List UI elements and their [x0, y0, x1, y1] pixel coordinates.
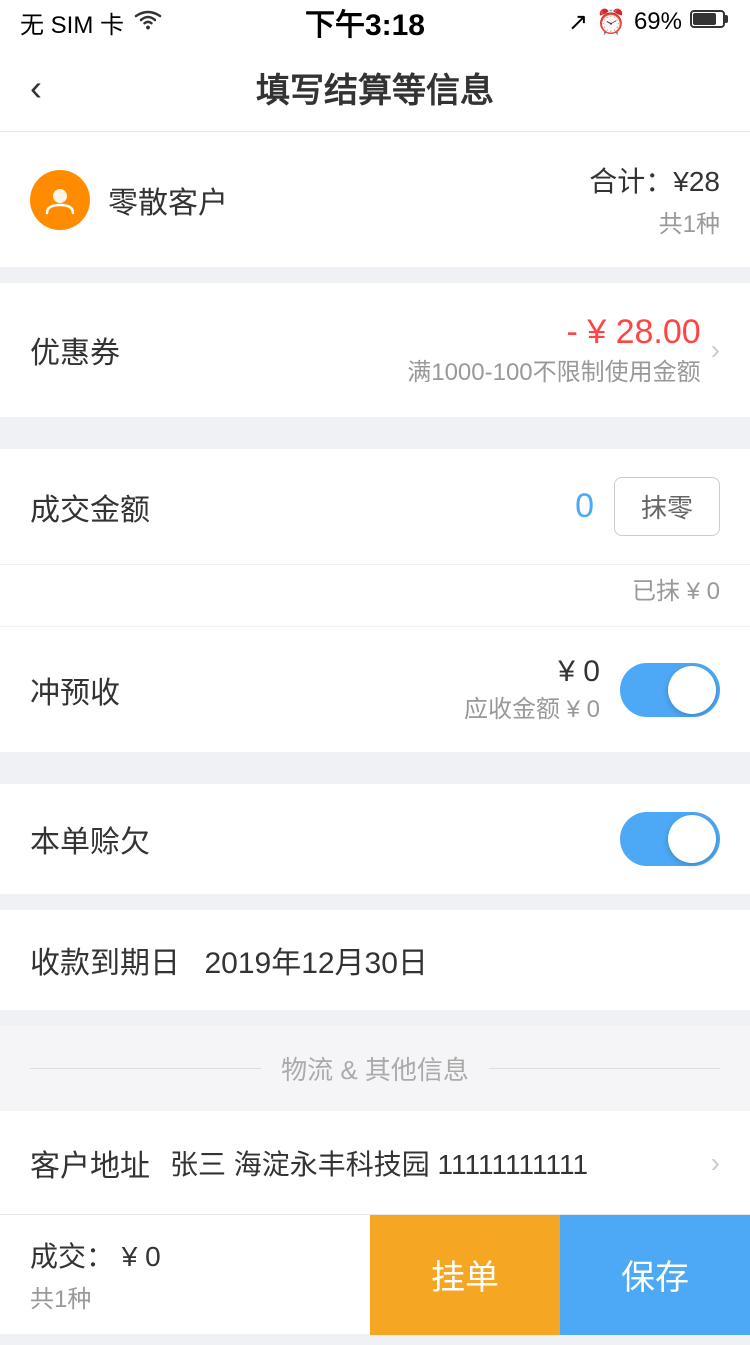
chongyu-row: 冲预收 ¥ 0 应收金额 ¥ 0 [0, 626, 750, 752]
bottom-total-label: 成交： [30, 1241, 114, 1272]
coupon-section[interactable]: 优惠券 - ¥ 28.00 满1000-100不限制使用金额 › [0, 283, 750, 417]
content: 零散客户 合计：¥28 共1种 优惠券 - ¥ 28.00 满1000-100不… [0, 132, 750, 1345]
customer-left: 零散客户 [30, 170, 228, 230]
customer-right: 合计：¥28 共1种 [589, 160, 720, 239]
bottom-info: 成交： ¥ 0 共1种 [0, 1235, 370, 1314]
customer-count: 共1种 [589, 204, 720, 239]
amount-label: 成交金额 [30, 485, 150, 529]
logistics-header: 物流 & 其他信息 [0, 1026, 750, 1111]
coupon-description: 满1000-100不限制使用金额 [407, 352, 700, 387]
bottom-total-value: ¥ 0 [122, 1241, 161, 1272]
address-label: 客户地址 [30, 1141, 150, 1185]
debt-toggle[interactable] [620, 812, 720, 866]
address-section[interactable]: 客户地址 张三 海淀永丰科技园 11111111111 › [0, 1111, 750, 1215]
coupon-discount: - ¥ 28.00 [407, 313, 700, 352]
bottom-count: 共1种 [30, 1279, 340, 1314]
divider-line-left [30, 1068, 261, 1069]
debt-section: 本单赊欠 [0, 784, 750, 894]
save-button[interactable]: 保存 [560, 1215, 750, 1335]
chongyu-value: ¥ 0 [464, 655, 600, 689]
nav-bar: ‹ 填写结算等信息 [0, 44, 750, 132]
bottom-bar: 成交： ¥ 0 共1种 挂单 保存 [0, 1214, 750, 1334]
customer-total: 合计：¥28 [589, 160, 720, 200]
divider-line-right [489, 1068, 720, 1069]
amount-input-area: 0 抹零 [575, 477, 720, 536]
round-off-button[interactable]: 抹零 [614, 477, 720, 536]
address-value: 张三 海淀永丰科技园 11111111111 [170, 1143, 711, 1183]
chongyu-value-area: ¥ 0 应收金额 ¥ 0 [464, 655, 600, 724]
due-date-label: 收款到期日 [30, 947, 180, 980]
amount-value[interactable]: 0 [575, 487, 594, 526]
coupon-label: 优惠券 [30, 328, 120, 372]
transaction-amount-row: 成交金额 0 抹零 [0, 449, 750, 565]
status-left: 无 SIM 卡 [20, 5, 162, 40]
already-rounded-row: 已抹 ¥ 0 [0, 565, 750, 626]
status-time: 下午3:18 [305, 0, 425, 44]
due-date-value: 2019年12月30日 [204, 947, 427, 980]
transaction-section: 成交金额 0 抹零 已抹 ¥ 0 冲预收 ¥ 0 应收金额 ¥ 0 [0, 449, 750, 752]
no-sim-label: 无 SIM 卡 [20, 5, 124, 40]
already-rounded-label: 已抹 ¥ 0 [632, 571, 720, 606]
wifi-icon [134, 8, 162, 37]
back-button[interactable]: ‹ [30, 67, 42, 109]
chongyu-label: 冲预收 [30, 668, 120, 712]
coupon-info: - ¥ 28.00 满1000-100不限制使用金额 [407, 313, 700, 387]
section-separator-2 [0, 768, 750, 784]
battery-label: 69% [634, 8, 682, 36]
hang-button[interactable]: 挂单 [370, 1215, 560, 1335]
location-icon: ↗ [568, 8, 588, 37]
debt-toggle-knob [668, 815, 716, 863]
section-separator-3 [0, 1010, 750, 1026]
status-bar: 无 SIM 卡 下午3:18 ↗ ⏰ 69% [0, 0, 750, 44]
nav-title: 填写结算等信息 [256, 63, 494, 112]
debt-label: 本单赊欠 [30, 817, 150, 861]
bottom-total: 成交： ¥ 0 [30, 1235, 340, 1275]
customer-section: 零散客户 合计：¥28 共1种 [0, 132, 750, 267]
logistics-title: 物流 & 其他信息 [281, 1050, 469, 1087]
toggle-knob [668, 666, 716, 714]
battery-icon [690, 8, 730, 37]
status-right: ↗ ⏰ 69% [568, 8, 730, 37]
customer-name: 零散客户 [108, 178, 228, 222]
chongyu-right: ¥ 0 应收金额 ¥ 0 [464, 655, 720, 724]
coupon-chevron-icon: › [711, 334, 720, 366]
chongyu-toggle[interactable] [620, 663, 720, 717]
due-date-section: 收款到期日 2019年12月30日 [0, 910, 750, 1010]
alarm-icon: ⏰ [596, 8, 626, 37]
section-separator-1 [0, 433, 750, 449]
address-chevron-icon: › [711, 1147, 720, 1179]
receivable-label: 应收金额 ¥ 0 [464, 689, 600, 724]
customer-avatar [30, 170, 90, 230]
coupon-right: - ¥ 28.00 满1000-100不限制使用金额 › [407, 313, 720, 387]
